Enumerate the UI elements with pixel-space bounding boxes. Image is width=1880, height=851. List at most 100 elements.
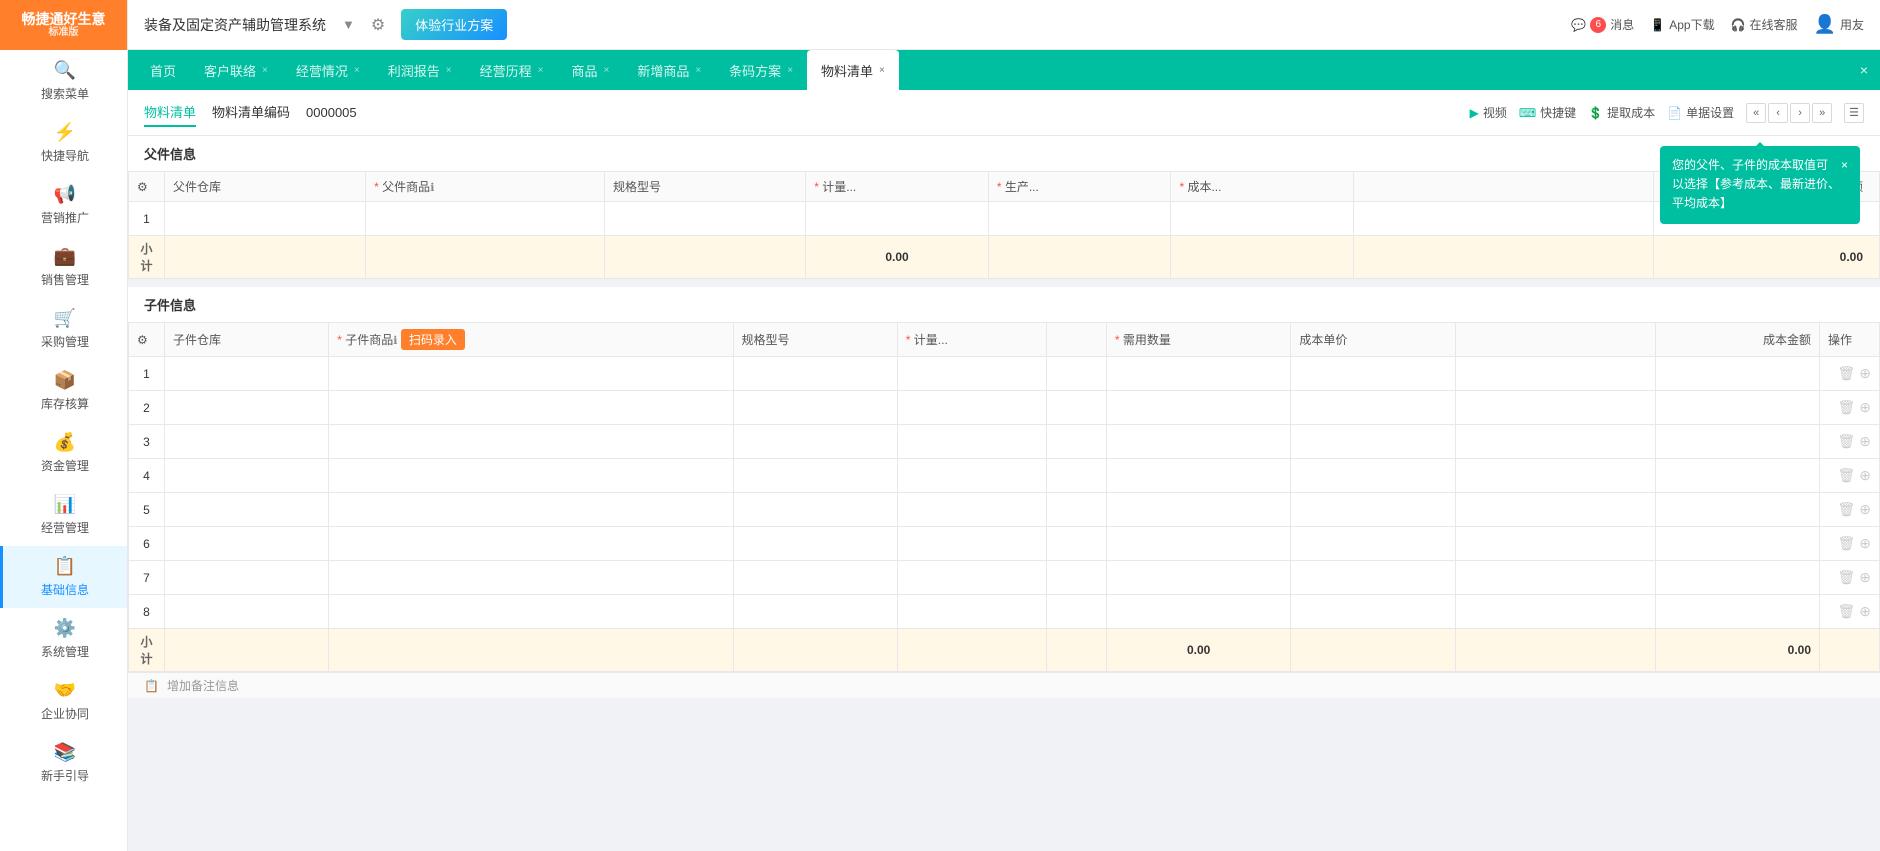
tab-goods[interactable]: 商品 × <box>557 50 623 90</box>
parent-row-1-cost[interactable] <box>1171 202 1354 236</box>
child-row-6-warehouse[interactable] <box>165 527 329 561</box>
page-prev-button[interactable]: ‹ <box>1768 103 1788 123</box>
sidebar-item-quick-nav[interactable]: ⚡ 快捷导航 <box>0 112 127 174</box>
child-row-2-warehouse[interactable] <box>165 391 329 425</box>
child-row-7-unit-price[interactable] <box>1291 561 1455 595</box>
child-row-8-unit[interactable] <box>897 595 1046 629</box>
tab-barcode-close[interactable]: × <box>787 65 793 76</box>
delete-row-3-button[interactable]: 🗑 <box>1837 433 1855 450</box>
child-row-1-spec[interactable] <box>733 357 897 391</box>
tab-customers-close[interactable]: × <box>262 65 268 76</box>
tab-operations-close[interactable]: × <box>354 65 360 76</box>
child-row-6-unit-price[interactable] <box>1291 527 1455 561</box>
tab-profit[interactable]: 利润报告 × <box>374 50 466 90</box>
gear-settings[interactable]: ⚙ <box>371 15 385 35</box>
tab-goods-close[interactable]: × <box>603 65 609 76</box>
tab-history-close[interactable]: × <box>538 65 544 76</box>
child-row-7-unit[interactable] <box>897 561 1046 595</box>
child-row-1-unit[interactable] <box>897 357 1046 391</box>
video-button[interactable]: ▶ 视频 <box>1470 104 1507 121</box>
child-row-3-unit-price[interactable] <box>1291 425 1455 459</box>
cost-button[interactable]: 💲 提取成本 <box>1588 104 1655 121</box>
child-row-3-goods[interactable] <box>329 425 733 459</box>
copy-row-8-button[interactable]: ⊕ <box>1859 603 1871 620</box>
sidebar-item-operations[interactable]: 📊 经营管理 <box>0 484 127 546</box>
child-row-2-unit-price[interactable] <box>1291 391 1455 425</box>
delete-row-6-button[interactable]: 🗑 <box>1837 535 1855 552</box>
dropdown-arrow-system[interactable]: ▼ <box>342 17 355 32</box>
sidebar-item-basic-info[interactable]: 📋 基础信息 <box>0 546 127 608</box>
child-row-6-goods[interactable] <box>329 527 733 561</box>
single-settings-button[interactable]: 📄 单据设置 <box>1667 104 1734 121</box>
sub-tab-bom-list[interactable]: 物料清单 <box>144 98 196 127</box>
copy-row-4-button[interactable]: ⊕ <box>1859 467 1871 484</box>
child-row-7-goods[interactable] <box>329 561 733 595</box>
online-service-button[interactable]: 🎧 在线客服 <box>1731 16 1798 33</box>
child-row-6-quantity[interactable] <box>1106 527 1290 561</box>
child-row-8-warehouse[interactable] <box>165 595 329 629</box>
delete-row-7-button[interactable]: 🗑 <box>1837 569 1855 586</box>
parent-row-1-warehouse[interactable] <box>165 202 366 236</box>
delete-row-1-button[interactable]: 🗑 <box>1837 365 1855 382</box>
child-row-3-unit[interactable] <box>897 425 1046 459</box>
child-row-7-warehouse[interactable] <box>165 561 329 595</box>
sidebar-item-marketing[interactable]: 📢 营销推广 <box>0 174 127 236</box>
copy-row-7-button[interactable]: ⊕ <box>1859 569 1871 586</box>
page-next-button[interactable]: › <box>1790 103 1810 123</box>
copy-row-6-button[interactable]: ⊕ <box>1859 535 1871 552</box>
child-row-4-quantity[interactable] <box>1106 459 1290 493</box>
shortcut-button[interactable]: ⌨ 快捷键 <box>1519 104 1576 121</box>
child-row-5-unit-price[interactable] <box>1291 493 1455 527</box>
close-all-tabs[interactable]: × <box>1848 62 1880 78</box>
child-row-4-goods[interactable] <box>329 459 733 493</box>
copy-row-5-button[interactable]: ⊕ <box>1859 501 1871 518</box>
scan-input-button[interactable]: 扫码录入 <box>401 329 465 350</box>
child-row-4-warehouse[interactable] <box>165 459 329 493</box>
delete-row-5-button[interactable]: 🗑 <box>1837 501 1855 518</box>
tab-barcode[interactable]: 条码方案 × <box>715 50 807 90</box>
tab-bom[interactable]: 物料清单 × <box>807 50 899 90</box>
child-row-3-quantity[interactable] <box>1106 425 1290 459</box>
child-row-6-unit[interactable] <box>897 527 1046 561</box>
messages-button[interactable]: 💬 6 消息 <box>1571 16 1634 33</box>
child-row-1-quantity[interactable] <box>1106 357 1290 391</box>
child-row-3-warehouse[interactable] <box>165 425 329 459</box>
parent-row-1-goods[interactable] <box>366 202 605 236</box>
child-row-6-spec[interactable] <box>733 527 897 561</box>
tab-customers[interactable]: 客户联络 × <box>190 50 282 90</box>
app-download-button[interactable]: 📱 App下载 <box>1650 16 1714 33</box>
child-row-7-quantity[interactable] <box>1106 561 1290 595</box>
child-row-2-quantity[interactable] <box>1106 391 1290 425</box>
child-row-4-spec[interactable] <box>733 459 897 493</box>
parent-row-1-unit[interactable] <box>806 202 989 236</box>
child-row-8-unit-price[interactable] <box>1291 595 1455 629</box>
view-toggle-button[interactable]: ☰ <box>1844 103 1864 123</box>
child-row-1-unit-price[interactable] <box>1291 357 1455 391</box>
sidebar-item-guide[interactable]: 📚 新手引导 <box>0 732 127 794</box>
sidebar-item-enterprise[interactable]: 🤝 企业协同 <box>0 670 127 732</box>
child-row-4-unit[interactable] <box>897 459 1046 493</box>
child-row-5-unit[interactable] <box>897 493 1046 527</box>
child-row-8-quantity[interactable] <box>1106 595 1290 629</box>
delete-row-2-button[interactable]: 🗑 <box>1837 399 1855 416</box>
child-row-2-spec[interactable] <box>733 391 897 425</box>
child-row-5-spec[interactable] <box>733 493 897 527</box>
sidebar-item-inventory[interactable]: 📦 库存核算 <box>0 360 127 422</box>
tab-home[interactable]: 首页 <box>136 50 190 90</box>
tooltip-close-button[interactable]: × <box>1841 156 1848 175</box>
child-row-3-spec[interactable] <box>733 425 897 459</box>
child-row-8-goods[interactable] <box>329 595 733 629</box>
tab-operations-status[interactable]: 经营情况 × <box>282 50 374 90</box>
child-row-5-goods[interactable] <box>329 493 733 527</box>
child-row-2-unit[interactable] <box>897 391 1046 425</box>
tab-bom-close[interactable]: × <box>879 65 885 76</box>
try-solution-button[interactable]: 体验行业方案 <box>401 9 507 40</box>
page-last-button[interactable]: » <box>1812 103 1832 123</box>
child-row-2-goods[interactable] <box>329 391 733 425</box>
copy-row-1-button[interactable]: ⊕ <box>1859 365 1871 382</box>
child-col-settings[interactable]: ⚙ <box>129 323 165 357</box>
sidebar-item-purchase[interactable]: 🛒 采购管理 <box>0 298 127 360</box>
child-row-8-spec[interactable] <box>733 595 897 629</box>
copy-row-2-button[interactable]: ⊕ <box>1859 399 1871 416</box>
sub-tab-bom-code[interactable]: 物料清单编码 <box>212 98 290 127</box>
